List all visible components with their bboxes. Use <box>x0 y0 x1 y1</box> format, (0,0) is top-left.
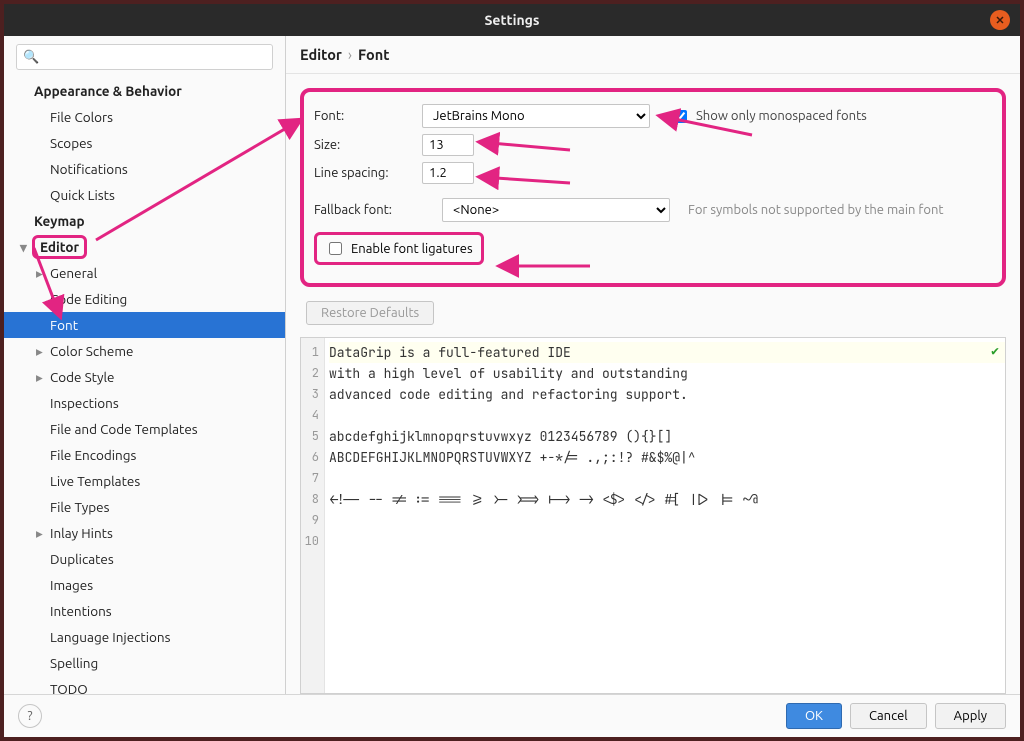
tree-item-label: Images <box>50 577 93 593</box>
tree-item-label: Notifications <box>50 161 128 177</box>
sidebar-item-code-editing[interactable]: Code Editing <box>4 286 285 312</box>
tree-item-label: Intentions <box>50 603 112 619</box>
sidebar-item-inlay-hints[interactable]: ▸Inlay Hints <box>4 520 285 546</box>
line-spacing-input[interactable] <box>422 162 474 184</box>
ok-button[interactable]: OK <box>786 703 842 729</box>
help-icon: ? <box>27 709 32 723</box>
size-label: Size: <box>314 138 414 152</box>
breadcrumb: Editor › Font <box>286 36 1020 74</box>
tree-item-label: General <box>50 265 97 281</box>
apply-button[interactable]: Apply <box>935 703 1006 729</box>
fallback-font-label: Fallback font: <box>314 203 434 217</box>
tree-item-label: File and Code Templates <box>50 421 198 437</box>
sidebar-item-keymap[interactable]: Keymap <box>4 208 285 234</box>
tree-item-label: Language Injections <box>50 629 170 645</box>
sidebar-item-duplicates[interactable]: Duplicates <box>4 546 285 572</box>
breadcrumb-part[interactable]: Editor <box>300 46 342 63</box>
sidebar-item-scopes[interactable]: Scopes <box>4 130 285 156</box>
tree-item-label: Duplicates <box>50 551 114 567</box>
tree-item-label: Quick Lists <box>50 187 115 203</box>
ligatures-label: Enable font ligatures <box>351 242 473 256</box>
sidebar-item-file-colors[interactable]: File Colors <box>4 104 285 130</box>
sidebar-item-font[interactable]: Font <box>4 312 285 338</box>
sidebar-item-inspections[interactable]: Inspections <box>4 390 285 416</box>
sidebar-item-file-types[interactable]: File Types <box>4 494 285 520</box>
ligatures-checkbox[interactable]: Enable font ligatures <box>314 232 484 265</box>
line-spacing-label: Line spacing: <box>314 166 414 180</box>
breadcrumb-part[interactable]: Font <box>358 46 390 63</box>
show-monospaced-checkbox[interactable]: Show only monospaced fonts <box>670 107 867 126</box>
fallback-hint: For symbols not supported by the main fo… <box>688 203 944 217</box>
close-icon: ✕ <box>995 14 1004 27</box>
status-ok-icon: ✔ <box>991 342 999 359</box>
tree-item-label: Live Templates <box>50 473 140 489</box>
search-field[interactable] <box>39 49 266 66</box>
sidebar-item-general[interactable]: ▸General <box>4 260 285 286</box>
sidebar-item-images[interactable]: Images <box>4 572 285 598</box>
window-title: Settings <box>484 12 539 28</box>
tree-item-label: Keymap <box>34 213 85 229</box>
sidebar-item-color-scheme[interactable]: ▸Color Scheme <box>4 338 285 364</box>
tree-item-label: File Colors <box>50 109 113 125</box>
settings-tree[interactable]: Appearance & Behavior File Colors Scopes No… <box>4 78 285 694</box>
chevron-right-icon: › <box>348 46 352 63</box>
tree-item-label: Inlay Hints <box>50 525 113 541</box>
sidebar-item-code-style[interactable]: ▸Code Style <box>4 364 285 390</box>
restore-defaults-button[interactable]: Restore Defaults <box>306 301 434 325</box>
fallback-font-select[interactable]: <None> <box>442 198 670 222</box>
sidebar-item-appearance-behavior[interactable]: Appearance & Behavior <box>4 78 285 104</box>
tree-item-label: File Types <box>50 499 109 515</box>
sidebar-item-editor[interactable]: ▾Editor <box>4 234 285 260</box>
footer-bar: ? OK Cancel Apply <box>4 694 1020 737</box>
tree-item-label: Code Editing <box>50 291 127 307</box>
sidebar: 🔍 Appearance & Behavior File Colors Scopes… <box>4 36 286 694</box>
titlebar: Settings ✕ <box>4 4 1020 36</box>
show-monospaced-label: Show only monospaced fonts <box>696 109 867 123</box>
search-icon: 🔍 <box>23 50 39 65</box>
tree-item-label: Spelling <box>50 655 98 671</box>
tree-item-label: TODO <box>50 681 88 694</box>
tree-item-label: Color Scheme <box>50 343 133 359</box>
search-input[interactable]: 🔍 <box>16 44 273 70</box>
sidebar-item-notifications[interactable]: Notifications <box>4 156 285 182</box>
sidebar-item-file-encodings[interactable]: File Encodings <box>4 442 285 468</box>
sidebar-item-live-templates[interactable]: Live Templates <box>4 468 285 494</box>
tree-item-label: Font <box>50 317 78 333</box>
sidebar-item-language-injections[interactable]: Language Injections <box>4 624 285 650</box>
sidebar-item-spelling[interactable]: Spelling <box>4 650 285 676</box>
font-label: Font: <box>314 109 414 123</box>
help-button[interactable]: ? <box>18 704 42 728</box>
preview-text: DataGrip is a full-featured IDEwith a hi… <box>329 338 1005 552</box>
font-preview: 12345678910 DataGrip is a full-featured … <box>300 337 1006 694</box>
close-button[interactable]: ✕ <box>990 10 1010 30</box>
line-number-gutter: 12345678910 <box>301 338 325 693</box>
tree-item-label: Code Style <box>50 369 115 385</box>
tree-item-label: Scopes <box>50 135 92 151</box>
font-settings-panel: Font: JetBrains Mono Show only monospace… <box>300 88 1006 287</box>
sidebar-item-intentions[interactable]: Intentions <box>4 598 285 624</box>
sidebar-item-quick-lists[interactable]: Quick Lists <box>4 182 285 208</box>
tree-item-label: Inspections <box>50 395 119 411</box>
checkbox-icon[interactable] <box>674 110 687 123</box>
sidebar-item-file-and-code-templates[interactable]: File and Code Templates <box>4 416 285 442</box>
tree-item-label: File Encodings <box>50 447 136 463</box>
font-select[interactable]: JetBrains Mono <box>422 104 650 128</box>
cancel-button[interactable]: Cancel <box>850 703 927 729</box>
size-input[interactable] <box>422 134 474 156</box>
tree-item-label: Appearance & Behavior <box>34 83 182 99</box>
tree-item-label: Editor <box>34 237 85 257</box>
sidebar-item-todo[interactable]: TODO <box>4 676 285 694</box>
checkbox-icon[interactable] <box>329 242 342 255</box>
